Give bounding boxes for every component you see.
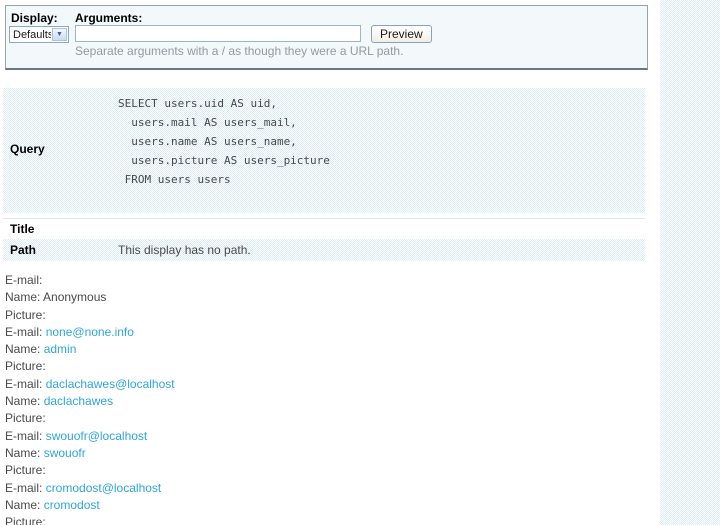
email-label: E-mail: <box>5 273 43 287</box>
field-name: Name: cromodost <box>5 497 655 514</box>
views-preview-page: Display: Defaults ▼ Arguments: Preview S… <box>0 0 720 525</box>
field-picture: Picture: <box>5 410 655 427</box>
email-label: E-mail: <box>5 324 43 339</box>
field-email: E-mail: cromodost@localhost <box>5 480 655 497</box>
email-link[interactable]: cromodost@localhost <box>46 481 162 495</box>
path-value: This display has no path. <box>118 243 251 257</box>
email-link[interactable]: none@none.info <box>46 325 134 339</box>
display-label: Display: <box>11 11 58 25</box>
display-info-table: Query SELECT users.uid AS uid, users.mai… <box>3 88 645 261</box>
picture-label: Picture: <box>5 307 46 322</box>
title-label: Title <box>10 222 35 236</box>
name-label: Name: <box>5 290 41 305</box>
field-name: Name: daclachawes <box>5 393 655 410</box>
field-email: E-mail: <box>5 272 655 289</box>
email-link[interactable]: swouofr@localhost <box>46 429 148 443</box>
display-select[interactable]: Defaults ▼ <box>9 26 69 43</box>
arguments-description: Separate arguments with a / as though th… <box>75 44 404 58</box>
field-picture: Picture: <box>5 307 655 324</box>
picture-label: Picture: <box>5 515 46 525</box>
query-sql: SELECT users.uid AS uid, users.mail AS u… <box>118 97 330 186</box>
field-email: E-mail: daclachawes@localhost <box>5 376 655 393</box>
path-label: Path <box>10 243 37 257</box>
title-row: Title <box>3 218 645 239</box>
preview-arguments-fieldset: Display: Defaults ▼ Arguments: Preview S… <box>5 5 648 70</box>
display-select-value: Defaults <box>13 28 51 41</box>
field-name: Name: Anonymous <box>5 289 655 306</box>
name-label: Name: <box>5 445 41 460</box>
path-row: Path This display has no path. <box>3 239 645 261</box>
name-link[interactable]: daclachawes <box>44 394 113 408</box>
picture-label: Picture: <box>5 463 46 478</box>
field-picture: Picture: <box>5 514 655 525</box>
picture-label: Picture: <box>5 411 46 426</box>
email-label: E-mail: <box>5 428 43 443</box>
name-text: Anonymous <box>43 290 107 305</box>
chevron-down-icon: ▼ <box>52 28 67 41</box>
picture-label: Picture: <box>5 359 46 374</box>
field-email: E-mail: swouofr@localhost <box>5 428 655 445</box>
name-link[interactable]: cromodost <box>44 498 100 512</box>
field-picture: Picture: <box>5 358 655 375</box>
name-link[interactable]: swouofr <box>44 446 86 460</box>
preview-button[interactable]: Preview <box>371 25 432 43</box>
field-picture: Picture: <box>5 462 655 479</box>
email-label: E-mail: <box>5 376 43 391</box>
name-label: Name: <box>5 394 41 409</box>
name-label: Name: <box>5 497 41 512</box>
arguments-label: Arguments: <box>75 11 143 25</box>
email-label: E-mail: <box>5 480 43 495</box>
field-name: Name: swouofr <box>5 445 655 462</box>
name-link[interactable]: admin <box>44 342 77 356</box>
page-background-texture <box>660 0 720 525</box>
query-row: Query SELECT users.uid AS uid, users.mai… <box>3 88 645 213</box>
preview-results: E-mail: Name: Anonymous Picture: E-mail:… <box>5 272 655 525</box>
query-label: Query <box>10 142 45 156</box>
arguments-input[interactable] <box>75 25 361 42</box>
name-label: Name: <box>5 342 41 357</box>
field-email: E-mail: none@none.info <box>5 324 655 341</box>
field-name: Name: admin <box>5 341 655 358</box>
email-link[interactable]: daclachawes@localhost <box>46 377 175 391</box>
